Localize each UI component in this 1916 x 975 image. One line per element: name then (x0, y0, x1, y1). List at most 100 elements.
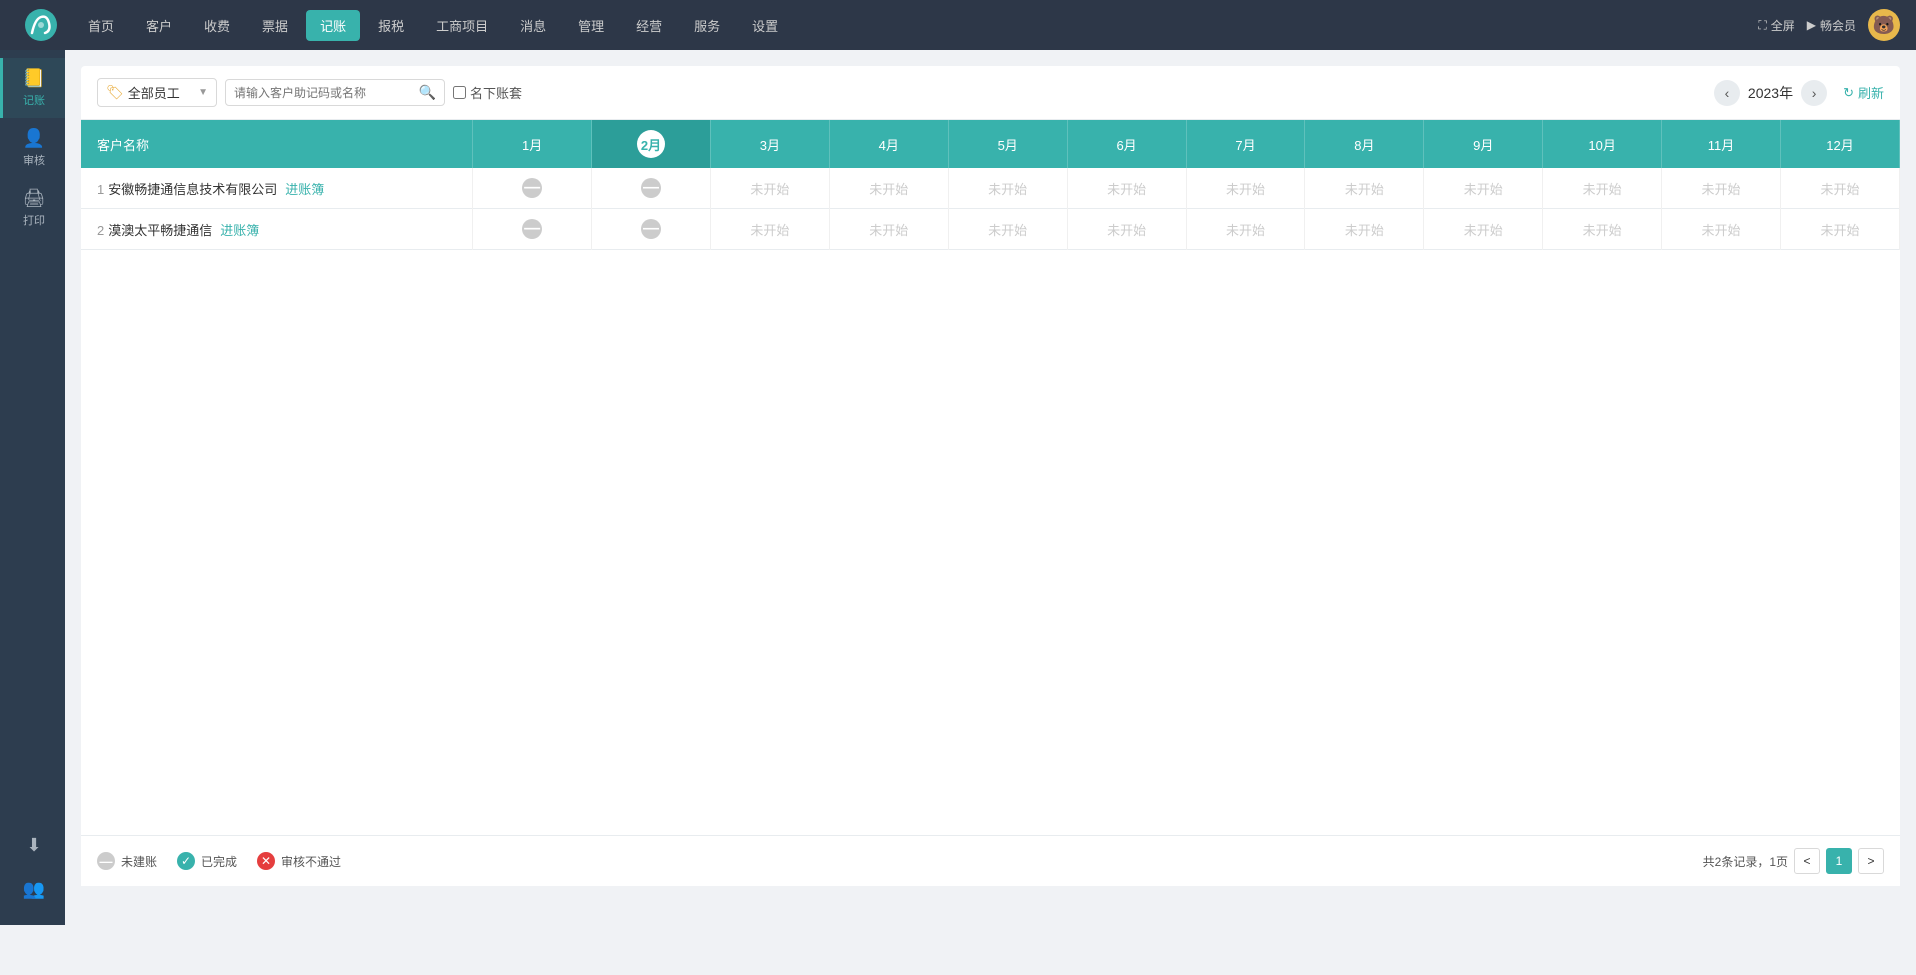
table-cell-month-1: — (473, 209, 592, 250)
sidebar-print-label: 打印 (23, 212, 45, 228)
app-logo (16, 9, 66, 41)
table-cell-month-6: 未开始 (1067, 209, 1186, 250)
sidebar-bottom: ⬇ 👥 (0, 825, 65, 925)
account-checkbox[interactable] (453, 86, 466, 99)
legend-not-created: — 未建账 (97, 852, 157, 870)
status-not-started: 未开始 (1107, 223, 1146, 238)
table-cell-month-12: 未开始 (1780, 209, 1899, 250)
status-not-started: 未开始 (1226, 182, 1265, 197)
current-page-button[interactable]: 1 (1826, 848, 1852, 874)
sidebar-review-label: 审核 (23, 152, 45, 168)
table-cell-month-1: — (473, 168, 592, 209)
col-header-oct: 10月 (1543, 120, 1662, 168)
checkbox-wrapper[interactable]: 名下账套 (453, 83, 522, 102)
legend-rejected: ✕ 审核不通过 (257, 852, 341, 870)
table-cell-month-9: 未开始 (1424, 168, 1543, 209)
col-header-jul: 7月 (1186, 120, 1305, 168)
nav-business[interactable]: 工商项目 (422, 10, 502, 41)
table-cell-month-2: — (592, 209, 711, 250)
next-year-button[interactable]: › (1801, 80, 1827, 106)
nav-settings[interactable]: 设置 (738, 10, 792, 41)
table-cell-month-10: 未开始 (1543, 209, 1662, 250)
download-icon: ⬇ (26, 835, 41, 856)
status-not-started: 未开始 (750, 182, 789, 197)
next-page-button[interactable]: > (1858, 848, 1884, 874)
status-not-started: 未开始 (1464, 182, 1503, 197)
status-not-started: 未开始 (1226, 223, 1265, 238)
status-not-started: 未开始 (1820, 223, 1859, 238)
status-dash-icon: — (641, 178, 661, 198)
member-label: 畅会员 (1820, 17, 1856, 34)
content-box: 🏷 全部员工 ▼ 🔍 名下账套 ‹ 2023年 › ↻ 刷新 (81, 66, 1900, 886)
status-not-started: 未开始 (988, 182, 1027, 197)
refresh-button[interactable]: ↻ 刷新 (1843, 83, 1884, 102)
legend-completed-label: 已完成 (201, 853, 237, 870)
enter-ledger-link[interactable]: 进账簿 (285, 182, 324, 197)
nav-message[interactable]: 消息 (506, 10, 560, 41)
table-cell-month-4: 未开始 (829, 168, 948, 209)
nav-customer[interactable]: 客户 (132, 10, 186, 41)
main-content: 🏷 全部员工 ▼ 🔍 名下账套 ‹ 2023年 › ↻ 刷新 (65, 50, 1916, 925)
table-cell-month-3: 未开始 (710, 209, 829, 250)
status-not-started: 未开始 (1820, 182, 1859, 197)
top-right-actions: ⛶ 全屏 ▶ 畅会员 🐻 (1758, 9, 1900, 41)
employee-select[interactable]: 🏷 全部员工 ▼ (97, 78, 217, 107)
pagination: 共2条记录，1页 < 1 > (1703, 848, 1884, 874)
table-row: 1安徽畅捷通信息技术有限公司进账簿——未开始未开始未开始未开始未开始未开始未开始… (81, 168, 1900, 209)
member-button[interactable]: ▶ 畅会员 (1807, 17, 1856, 34)
table-cell-month-7: 未开始 (1186, 168, 1305, 209)
year-navigation: ‹ 2023年 › (1714, 80, 1827, 106)
nav-home[interactable]: 首页 (74, 10, 128, 41)
fullscreen-button[interactable]: ⛶ 全屏 (1758, 17, 1794, 34)
status-not-started: 未开始 (869, 182, 908, 197)
legend-red-icon: ✕ (257, 852, 275, 870)
user-avatar[interactable]: 🐻 (1868, 9, 1900, 41)
status-not-started: 未开始 (1702, 182, 1741, 197)
table-cell-month-12: 未开始 (1780, 168, 1899, 209)
nav-tax[interactable]: 报税 (364, 10, 418, 41)
col-header-aug: 8月 (1305, 120, 1424, 168)
nav-invoice[interactable]: 票据 (248, 10, 302, 41)
status-not-started: 未开始 (1345, 223, 1384, 238)
search-input[interactable] (234, 86, 419, 100)
prev-year-button[interactable]: ‹ (1714, 80, 1740, 106)
status-not-started: 未开始 (988, 223, 1027, 238)
table-cell-month-11: 未开始 (1662, 168, 1781, 209)
nav-fees[interactable]: 收费 (190, 10, 244, 41)
employee-select-text: 全部员工 (128, 83, 194, 102)
nav-service[interactable]: 服务 (680, 10, 734, 41)
search-button[interactable]: 🔍 (419, 84, 436, 101)
video-icon: ▶ (1807, 18, 1816, 32)
fullscreen-label: 全屏 (1771, 17, 1795, 34)
sidebar-item-review[interactable]: 👤 审核 (0, 118, 65, 178)
company-name: 漠澳太平畅捷通信 (108, 223, 212, 238)
bookkeeping-table: 客户名称 1月 2月 3月 4月 5月 6月 7月 8月 9月 10月 11月 (81, 120, 1900, 250)
table-cell-month-8: 未开始 (1305, 168, 1424, 209)
sidebar-item-print[interactable]: 🖨 打印 (0, 178, 65, 238)
table-cell-month-2: — (592, 168, 711, 209)
col-header-nov: 11月 (1662, 120, 1781, 168)
footer: — 未建账 ✓ 已完成 ✕ 审核不通过 共2条记录，1页 < 1 > (81, 835, 1900, 886)
col-header-jan: 1月 (473, 120, 592, 168)
sidebar-item-group[interactable]: 👥 (0, 869, 65, 913)
status-not-started: 未开始 (1107, 182, 1146, 197)
sidebar-item-download[interactable]: ⬇ (0, 825, 65, 869)
nav-manage[interactable]: 管理 (564, 10, 618, 41)
bookkeeping-icon: 📒 (23, 68, 45, 89)
status-not-started: 未开始 (750, 223, 789, 238)
prev-page-button[interactable]: < (1794, 848, 1820, 874)
col-header-jun: 6月 (1067, 120, 1186, 168)
table-cell-month-8: 未开始 (1305, 209, 1424, 250)
status-dash-icon: — (522, 219, 542, 239)
row-number: 2 (97, 223, 104, 238)
status-not-started: 未开始 (1345, 182, 1384, 197)
review-icon: 👤 (23, 128, 45, 149)
table-cell-month-11: 未开始 (1662, 209, 1781, 250)
enter-ledger-link[interactable]: 进账簿 (220, 223, 259, 238)
sidebar-bookkeeping-label: 记账 (23, 92, 45, 108)
employee-icon: 🏷 (106, 84, 124, 101)
nav-bookkeeping[interactable]: 记账 (306, 10, 360, 41)
nav-operation[interactable]: 经营 (622, 10, 676, 41)
sidebar-item-bookkeeping[interactable]: 📒 记账 (0, 58, 65, 118)
legend-green-icon: ✓ (177, 852, 195, 870)
